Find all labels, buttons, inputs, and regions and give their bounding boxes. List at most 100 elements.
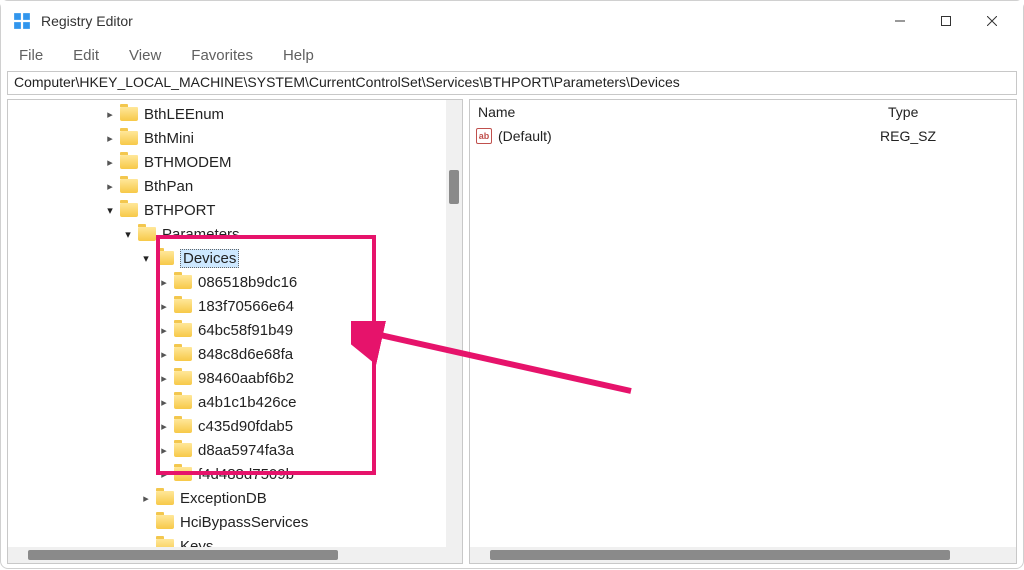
expander-spacer [138, 514, 154, 530]
tree-item-label: BthPan [144, 178, 193, 195]
folder-icon [174, 371, 192, 385]
tree-item-label: HciBypassServices [180, 514, 308, 531]
chevron-right-icon[interactable]: ▸ [102, 178, 118, 194]
tree-item-label: 98460aabf6b2 [198, 370, 294, 387]
chevron-right-icon[interactable]: ▸ [156, 298, 172, 314]
folder-icon [120, 131, 138, 145]
list-row[interactable]: ab (Default) REG_SZ [470, 124, 1016, 148]
horizontal-scrollbar[interactable] [470, 547, 1016, 563]
tree-item[interactable]: ▸ f4d488d7509b [8, 462, 462, 486]
chevron-down-icon[interactable]: ▾ [102, 202, 118, 218]
folder-icon [174, 347, 192, 361]
tree-item-label: BTHMODEM [144, 154, 232, 171]
tree-item[interactable]: ▸ 183f70566e64 [8, 294, 462, 318]
folder-icon [174, 395, 192, 409]
string-value-icon: ab [476, 128, 492, 144]
value-name: (Default) [498, 128, 552, 144]
scrollbar-thumb[interactable] [490, 550, 950, 560]
folder-icon [120, 155, 138, 169]
maximize-button[interactable] [923, 2, 969, 40]
content-area: ▸ BthLEEnum ▸ BthMini ▸ BTHMODEM ▸ BthPa… [1, 99, 1023, 570]
folder-icon [174, 443, 192, 457]
tree-item[interactable]: HciBypassServices [8, 510, 462, 534]
maximize-icon [941, 16, 951, 26]
chevron-right-icon[interactable]: ▸ [102, 130, 118, 146]
tree-item-label: ExceptionDB [180, 490, 267, 507]
tree-item[interactable]: ▸ BthPan [8, 174, 462, 198]
tree-item[interactable]: ▸ BthLEEnum [8, 102, 462, 126]
folder-icon [120, 179, 138, 193]
menu-help[interactable]: Help [269, 45, 328, 66]
tree-item[interactable]: ▸ a4b1c1b426ce [8, 390, 462, 414]
value-type: REG_SZ [880, 128, 1016, 144]
tree-item[interactable]: ▸ 98460aabf6b2 [8, 366, 462, 390]
tree-item-label: a4b1c1b426ce [198, 394, 296, 411]
tree-item[interactable]: ▸ BthMini [8, 126, 462, 150]
regedit-icon [13, 12, 31, 30]
tree-item-label: BTHPORT [144, 202, 215, 219]
tree-item-label: 183f70566e64 [198, 298, 294, 315]
minimize-button[interactable] [877, 2, 923, 40]
chevron-right-icon[interactable]: ▸ [156, 370, 172, 386]
tree-item-label: f4d488d7509b [198, 466, 294, 483]
chevron-down-icon[interactable]: ▾ [138, 250, 154, 266]
folder-icon [156, 491, 174, 505]
tree-item[interactable]: ▾ Parameters [8, 222, 462, 246]
chevron-right-icon[interactable]: ▸ [156, 418, 172, 434]
chevron-right-icon[interactable]: ▸ [156, 322, 172, 338]
tree-item-label: c435d90fdab5 [198, 418, 293, 435]
chevron-right-icon[interactable]: ▸ [156, 466, 172, 482]
tree-item-label: 848c8d6e68fa [198, 346, 293, 363]
tree-item[interactable]: ▸ ExceptionDB [8, 486, 462, 510]
folder-icon [156, 515, 174, 529]
folder-icon [174, 419, 192, 433]
folder-icon [138, 227, 156, 241]
tree-item-label: BthLEEnum [144, 106, 224, 123]
tree-item[interactable]: ▸ d8aa5974fa3a [8, 438, 462, 462]
tree-item-label: 64bc58f91b49 [198, 322, 293, 339]
menu-bar: File Edit View Favorites Help [1, 41, 1023, 69]
values-pane: Name Type ab (Default) REG_SZ [469, 99, 1017, 564]
chevron-right-icon[interactable]: ▸ [156, 394, 172, 410]
tree-item-label: d8aa5974fa3a [198, 442, 294, 459]
tree-item[interactable]: ▸ 64bc58f91b49 [8, 318, 462, 342]
menu-view[interactable]: View [115, 45, 175, 66]
chevron-right-icon[interactable]: ▸ [138, 490, 154, 506]
column-header-type[interactable]: Type [880, 101, 1016, 123]
window-title: Registry Editor [41, 13, 877, 29]
folder-icon [156, 251, 174, 265]
tree-item[interactable]: ▸ 848c8d6e68fa [8, 342, 462, 366]
tree-item[interactable]: ▾ Devices [8, 246, 462, 270]
chevron-right-icon[interactable]: ▸ [102, 106, 118, 122]
close-button[interactable] [969, 2, 1015, 40]
folder-icon [174, 323, 192, 337]
tree-item[interactable]: ▸ 086518b9dc16 [8, 270, 462, 294]
scrollbar-thumb[interactable] [449, 170, 459, 204]
scrollbar-thumb[interactable] [28, 550, 338, 560]
menu-edit[interactable]: Edit [59, 45, 113, 66]
tree-item-label: Parameters [162, 226, 240, 243]
tree-item[interactable]: ▾ BTHPORT [8, 198, 462, 222]
list-header: Name Type [470, 100, 1016, 124]
chevron-right-icon[interactable]: ▸ [156, 442, 172, 458]
tree-item[interactable]: ▸ c435d90fdab5 [8, 414, 462, 438]
chevron-right-icon[interactable]: ▸ [156, 274, 172, 290]
tree-item[interactable]: ▸ BTHMODEM [8, 150, 462, 174]
tree-item-label: BthMini [144, 130, 194, 147]
folder-icon [120, 203, 138, 217]
menu-favorites[interactable]: Favorites [177, 45, 267, 66]
minimize-icon [895, 16, 905, 26]
list-body: ab (Default) REG_SZ [470, 124, 1016, 148]
chevron-right-icon[interactable]: ▸ [156, 346, 172, 362]
registry-tree[interactable]: ▸ BthLEEnum ▸ BthMini ▸ BTHMODEM ▸ BthPa… [8, 100, 462, 563]
chevron-down-icon[interactable]: ▾ [120, 226, 136, 242]
horizontal-scrollbar[interactable] [8, 547, 462, 563]
chevron-right-icon[interactable]: ▸ [102, 154, 118, 170]
folder-icon [120, 107, 138, 121]
folder-icon [174, 467, 192, 481]
vertical-scrollbar[interactable] [446, 100, 462, 547]
menu-file[interactable]: File [5, 45, 57, 66]
address-bar[interactable]: Computer\HKEY_LOCAL_MACHINE\SYSTEM\Curre… [7, 71, 1017, 95]
tree-item-label: 086518b9dc16 [198, 274, 297, 291]
column-header-name[interactable]: Name [470, 101, 880, 123]
